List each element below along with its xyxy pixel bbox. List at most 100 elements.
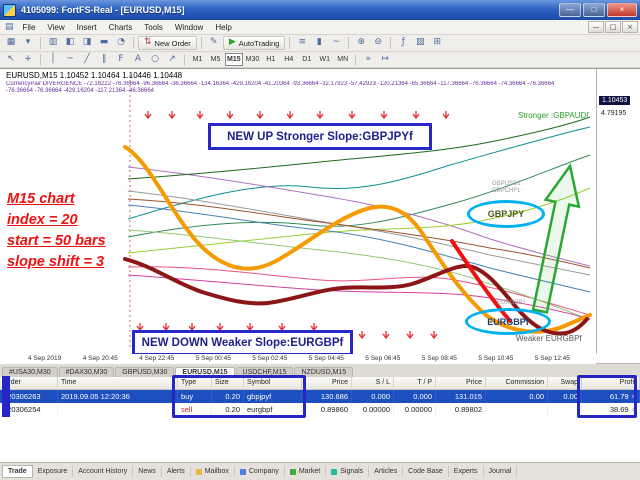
templates-icon[interactable]: ▨: [412, 36, 428, 50]
up-slope-annotation[interactable]: NEW UP Stronger Slope:GBPJPYf: [208, 123, 432, 150]
timeframe-mn[interactable]: MN: [334, 53, 351, 66]
col-price[interactable]: Price: [302, 377, 352, 390]
mdi-restore-button[interactable]: □: [605, 21, 621, 33]
new-order-button[interactable]: ⇅ New Order: [138, 36, 197, 50]
timeframe-m1[interactable]: M1: [189, 53, 206, 66]
col-symbol[interactable]: Symbol: [244, 377, 302, 390]
market-watch-icon[interactable]: ▥: [45, 36, 61, 50]
order-type: buy: [178, 390, 212, 403]
text-tool-icon[interactable]: A: [130, 53, 146, 67]
trendline-icon[interactable]: ╱: [79, 53, 95, 67]
col-size[interactable]: Size: [212, 377, 244, 390]
close-position-button[interactable]: ×: [632, 405, 636, 414]
profiles-icon[interactable]: ▾: [20, 36, 36, 50]
chart-shift-icon[interactable]: ↦: [377, 53, 393, 67]
menu-insert[interactable]: Insert: [71, 22, 103, 33]
chart-window-icon: ▤: [5, 22, 14, 32]
tab-news[interactable]: News: [133, 466, 162, 477]
tab-exposure[interactable]: Exposure: [33, 466, 74, 477]
menu-charts[interactable]: Charts: [103, 22, 139, 33]
col-sl[interactable]: S / L: [352, 377, 394, 390]
chart-tab-usdchf[interactable]: USDCHF,M15: [235, 367, 294, 377]
tab-mailbox[interactable]: Mailbox: [191, 466, 235, 477]
menu-tools[interactable]: Tools: [138, 22, 169, 33]
price-scale[interactable]: 1.10453 4.79195: [596, 69, 640, 354]
market-icon: [289, 468, 296, 475]
new-order-label: New Order: [154, 38, 191, 48]
col-time[interactable]: Time: [58, 377, 178, 390]
metaeditor-icon[interactable]: ✎: [206, 36, 222, 50]
tab-trade[interactable]: Trade: [2, 465, 33, 478]
col-tp[interactable]: T / P: [394, 377, 436, 390]
tab-company[interactable]: Company: [235, 466, 285, 477]
order-current-price: 131.015: [436, 390, 486, 403]
fibonacci-icon[interactable]: F: [113, 53, 129, 67]
chart-tab-gbpusd[interactable]: GBPUSD,M30: [115, 367, 175, 377]
minimize-button[interactable]: —: [559, 3, 581, 17]
col-swap[interactable]: Swap: [548, 377, 582, 390]
tab-journal[interactable]: Journal: [484, 466, 518, 477]
shapes-icon[interactable]: ○: [147, 53, 163, 67]
col-commission[interactable]: Commission: [486, 377, 548, 390]
tile-windows-icon[interactable]: ⊞: [429, 36, 445, 50]
menu-file[interactable]: File: [17, 22, 42, 33]
chart-bars-icon[interactable]: ≡: [294, 36, 310, 50]
autotrading-button[interactable]: ▶ AutoTrading: [222, 36, 286, 50]
new-chart-icon[interactable]: ▦: [3, 36, 19, 50]
mdi-minimize-button[interactable]: —: [588, 21, 604, 33]
timeframe-h4[interactable]: H4: [280, 53, 297, 66]
timeframe-m15[interactable]: M15: [225, 53, 243, 66]
menu-view[interactable]: View: [41, 22, 70, 33]
time-axis[interactable]: 4 Sep 2019 4 Sep 20:45 4 Sep 22:45 5 Sep…: [0, 354, 596, 364]
close-position-button[interactable]: ×: [632, 392, 636, 401]
mdi-close-button[interactable]: ×: [622, 21, 638, 33]
terminal-panel-icon[interactable]: ▬: [96, 36, 112, 50]
order-row[interactable]: 120306254 sell 0.20 eurgbpf 0.89860 0.00…: [0, 403, 640, 416]
timeframe-w1[interactable]: W1: [316, 53, 333, 66]
col-profit[interactable]: Profit: [582, 377, 640, 390]
menu-help[interactable]: Help: [209, 22, 237, 33]
navigator-icon[interactable]: ◨: [79, 36, 95, 50]
chart-tab-dax30[interactable]: #DAX30,M30: [58, 367, 115, 377]
strategy-tester-icon[interactable]: ◔: [113, 36, 129, 50]
arrow-tool-icon[interactable]: ↗: [164, 53, 180, 67]
chart-candles-icon[interactable]: ▮: [311, 36, 327, 50]
timeframe-d1[interactable]: D1: [298, 53, 315, 66]
timeframe-m30[interactable]: M30: [244, 53, 262, 66]
menu-window[interactable]: Window: [169, 22, 209, 33]
vertical-line-icon[interactable]: │: [45, 53, 61, 67]
timeframe-h1[interactable]: H1: [262, 53, 279, 66]
tab-alerts[interactable]: Alerts: [162, 466, 191, 477]
tab-signals[interactable]: Signals: [326, 466, 370, 477]
crosshair-icon[interactable]: +: [20, 53, 36, 67]
zoom-in-icon[interactable]: ⊕: [353, 36, 369, 50]
eurgbp-ellipse-label: EURGBPf: [487, 316, 529, 327]
chart-tab-nzdusd[interactable]: NZDUSD,M15: [294, 367, 354, 377]
tab-articles[interactable]: Articles: [369, 466, 404, 477]
timeframe-m5[interactable]: M5: [207, 53, 224, 66]
tab-account-history[interactable]: Account History: [73, 466, 134, 477]
eurgbp-ellipse[interactable]: EURGBPf: [465, 308, 551, 335]
orders-table-header: Order Time Type Size Symbol Price S / L …: [0, 377, 640, 390]
tab-code-base[interactable]: Code Base: [403, 466, 449, 477]
col-price-current[interactable]: Price: [436, 377, 486, 390]
tab-experts[interactable]: Experts: [449, 466, 484, 477]
maximize-button[interactable]: □: [583, 3, 605, 17]
data-window-icon[interactable]: ◧: [62, 36, 78, 50]
chart-line-icon[interactable]: ~: [328, 36, 344, 50]
channel-icon[interactable]: ∥: [96, 53, 112, 67]
gbpjpy-ellipse[interactable]: GBPJPY: [467, 200, 545, 228]
zoom-out-icon[interactable]: ⊖: [370, 36, 386, 50]
indicators-icon[interactable]: ƒ: [395, 36, 411, 50]
tab-market[interactable]: Market: [285, 466, 327, 477]
down-slope-annotation[interactable]: NEW DOWN Weaker Slope:EURGBPf: [132, 330, 353, 356]
col-type[interactable]: Type: [178, 377, 212, 390]
chart-tab-eurusd[interactable]: EURUSD,M15: [175, 367, 235, 377]
toolbar-separator: [355, 53, 357, 66]
cursor-icon[interactable]: ↖: [3, 53, 19, 67]
horizontal-line-icon[interactable]: ─: [62, 53, 78, 67]
order-row[interactable]: 120306263 2019.09.05 12:20:36 buy 0.20 g…: [0, 390, 640, 403]
chart-tab-usa30[interactable]: #USA30,M30: [2, 367, 58, 377]
autoscroll-icon[interactable]: »: [360, 53, 376, 67]
close-button[interactable]: ×: [607, 3, 637, 17]
